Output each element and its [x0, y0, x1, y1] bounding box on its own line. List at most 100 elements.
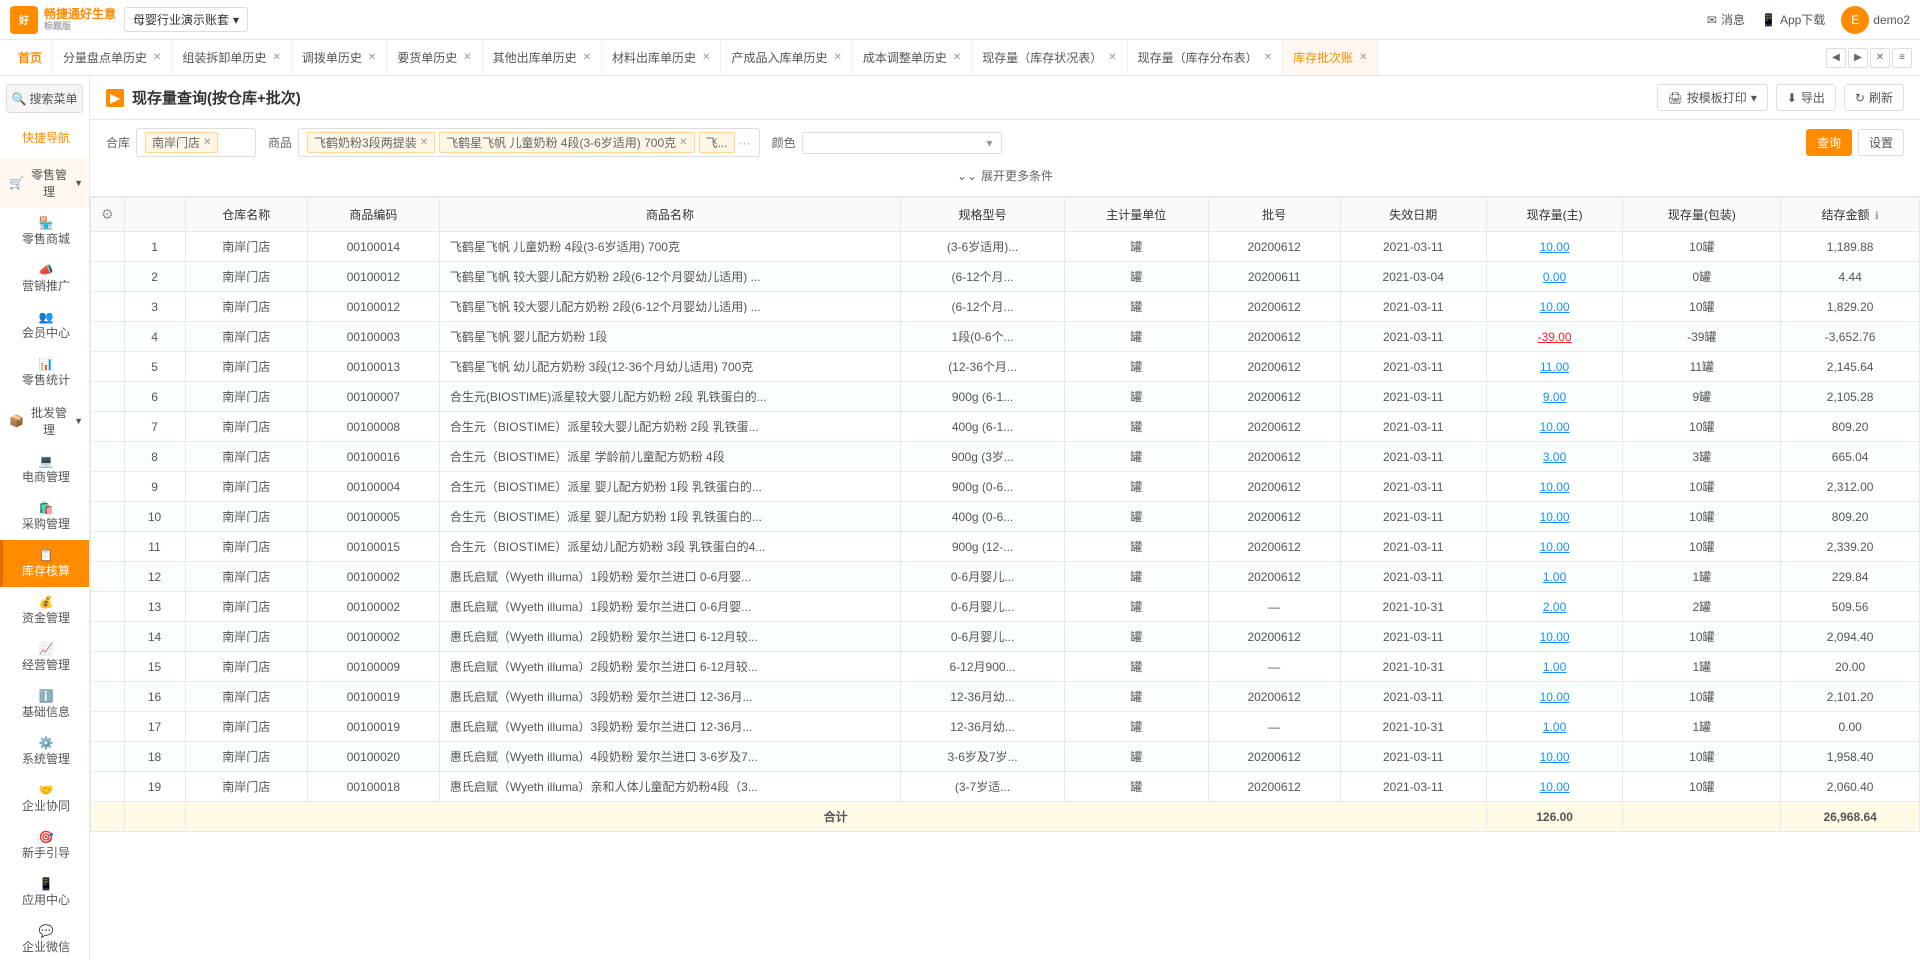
row-qty-main[interactable]: 2.00	[1486, 592, 1623, 622]
col-qty-main-header: 现存量(主)	[1486, 198, 1623, 232]
sidebar-item-retail-store[interactable]: 🏪 零售商城	[0, 208, 89, 255]
product-tag-container[interactable]: 飞鹤奶粉3段两提装 ✕ 飞鹤星飞帆 儿童奶粉 4段(3-6岁适用) 700克 ✕…	[298, 128, 760, 157]
row-qty-main[interactable]: 10.00	[1486, 532, 1623, 562]
tab-9[interactable]: 现存量（库存状况表） ✕	[972, 40, 1127, 76]
settings-btn[interactable]: 设置	[1858, 129, 1904, 156]
tab-10[interactable]: 现存量（库存分布表） ✕	[1128, 40, 1283, 76]
sidebar-item-basic-info[interactable]: ℹ️ 基础信息	[0, 681, 89, 728]
row-qty-main[interactable]: -39.00	[1486, 322, 1623, 352]
row-qty-main[interactable]: 10.00	[1486, 502, 1623, 532]
balance-info-icon[interactable]: ℹ	[1875, 211, 1879, 222]
close-tab-2[interactable]: ✕	[272, 52, 280, 63]
user-profile[interactable]: E demo2	[1841, 6, 1910, 34]
close-tab-8[interactable]: ✕	[953, 52, 961, 63]
row-qty-main[interactable]: 10.00	[1486, 292, 1623, 322]
total-settings	[91, 802, 125, 832]
tab-8[interactable]: 成本调整单历史 ✕	[853, 40, 972, 76]
tab-6[interactable]: 材料出库单历史 ✕	[602, 40, 721, 76]
search-menu-btn[interactable]: 🔍 搜索菜单	[6, 84, 83, 113]
close-tab-6[interactable]: ✕	[702, 52, 710, 63]
row-qty-main[interactable]: 10.00	[1486, 682, 1623, 712]
tab-4[interactable]: 要货单历史 ✕	[387, 40, 482, 76]
row-index: 19	[124, 772, 185, 802]
col-settings-icon[interactable]: ⚙	[101, 206, 114, 222]
tab-3[interactable]: 调拨单历史 ✕	[292, 40, 387, 76]
sidebar-item-purchase[interactable]: 🛍️ 采购管理	[0, 493, 89, 540]
row-qty-main[interactable]: 1.00	[1486, 562, 1623, 592]
sidebar-item-system[interactable]: ⚙️ 系统管理	[0, 728, 89, 775]
nav-prev-arrow[interactable]: ◀	[1826, 48, 1846, 68]
row-name: 惠氏启赋（Wyeth illuma）1段奶粉 爱尔兰进口 0-6月婴...	[439, 562, 900, 592]
row-qty-main[interactable]: 1.00	[1486, 652, 1623, 682]
nav-menu[interactable]: ≡	[1892, 48, 1912, 68]
sidebar-item-enterprise-collab[interactable]: 🤝 企业协同	[0, 775, 89, 822]
close-tab-5[interactable]: ✕	[583, 52, 591, 63]
sidebar-item-wholesale[interactable]: 📦 批发管理 ▼	[0, 396, 89, 446]
sidebar-item-marketing[interactable]: 📣 营销推广	[0, 255, 89, 302]
row-qty-main[interactable]: 3.00	[1486, 442, 1623, 472]
close-tab-1[interactable]: ✕	[153, 52, 161, 63]
row-qty-main[interactable]: 10.00	[1486, 232, 1623, 262]
row-qty-main[interactable]: 1.00	[1486, 712, 1623, 742]
sidebar-item-retail-stats[interactable]: 📊 零售统计	[0, 349, 89, 396]
close-tab-10[interactable]: ✕	[1264, 52, 1272, 63]
app-download-btn[interactable]: 📱 App下载	[1761, 11, 1825, 28]
export-btn[interactable]: ⬇ 导出	[1776, 84, 1836, 111]
sidebar-item-app-center[interactable]: 📱 应用中心	[0, 869, 89, 916]
sidebar-item-enterprise-wechat[interactable]: 💬 企业微信	[0, 916, 89, 960]
product-more-dots[interactable]: ···	[739, 136, 751, 150]
expand-more-btn[interactable]: ⌄⌄ 展开更多条件	[106, 163, 1904, 188]
table-row: 14 南岸门店 00100002 惠氏启赋（Wyeth illuma）2段奶粉 …	[91, 622, 1920, 652]
row-code: 00100008	[307, 412, 439, 442]
tab-11[interactable]: 库存批次账 ✕	[1283, 40, 1378, 76]
remove-product-tag-2[interactable]: ✕	[679, 137, 687, 148]
row-warehouse: 南岸门店	[185, 322, 307, 352]
query-btn[interactable]: 查询	[1806, 129, 1852, 156]
row-unit: 罐	[1064, 352, 1208, 382]
nav-close-all[interactable]: ✕	[1870, 48, 1890, 68]
row-name: 惠氏启赋（Wyeth illuma）2段奶粉 爱尔兰进口 6-12月较...	[439, 652, 900, 682]
row-qty-main[interactable]: 9.00	[1486, 382, 1623, 412]
tab-home[interactable]: 首页	[8, 40, 53, 76]
sidebar-item-ecommerce[interactable]: 💻 电商管理	[0, 446, 89, 493]
remove-product-tag-1[interactable]: ✕	[420, 137, 428, 148]
tab-1[interactable]: 分量盘点单历史 ✕	[53, 40, 172, 76]
row-qty-main[interactable]: 10.00	[1486, 622, 1623, 652]
close-tab-7[interactable]: ✕	[833, 52, 841, 63]
col-batch-header: 批号	[1208, 198, 1340, 232]
refresh-btn[interactable]: ↻ 刷新	[1844, 84, 1904, 111]
expand-filter-btn[interactable]: ▶	[106, 89, 124, 107]
sidebar-item-finance[interactable]: 💰 资金管理	[0, 587, 89, 634]
row-qty-main[interactable]: 11.00	[1486, 352, 1623, 382]
close-tab-4[interactable]: ✕	[463, 52, 471, 63]
row-qty-main[interactable]: 10.00	[1486, 772, 1623, 802]
table-row: 8 南岸门店 00100016 合生元（BIOSTIME）派星 学龄前儿童配方奶…	[91, 442, 1920, 472]
remove-warehouse-tag[interactable]: ✕	[203, 137, 211, 148]
message-btn[interactable]: ✉ 消息	[1707, 11, 1745, 28]
tab-7[interactable]: 产成品入库单历史 ✕	[721, 40, 852, 76]
close-tab-11[interactable]: ✕	[1359, 52, 1367, 63]
row-index: 1	[124, 232, 185, 262]
sidebar-item-members[interactable]: 👥 会员中心	[0, 302, 89, 349]
nav-next-arrow[interactable]: ▶	[1848, 48, 1868, 68]
sidebar-item-operations[interactable]: 📈 经营管理	[0, 634, 89, 681]
sidebar-item-inventory[interactable]: 📋 库存核算	[0, 540, 89, 587]
row-qty-main[interactable]: 10.00	[1486, 742, 1623, 772]
row-settings	[91, 712, 125, 742]
row-qty-main[interactable]: 0.00	[1486, 262, 1623, 292]
print-template-btn[interactable]: 🖨 按模板打印 ▾	[1657, 84, 1768, 111]
row-qty-main[interactable]: 10.00	[1486, 472, 1623, 502]
company-selector[interactable]: 母婴行业演示账套 ▾	[124, 7, 248, 32]
chevron-icon: ▼	[74, 178, 83, 188]
guide-icon: 🎯	[39, 830, 54, 844]
sidebar-item-retail-mgmt[interactable]: 🛒 零售管理 ▼	[0, 158, 89, 208]
row-qty-main[interactable]: 10.00	[1486, 412, 1623, 442]
sidebar-item-guide[interactable]: 🎯 新手引导	[0, 822, 89, 869]
sidebar-item-quick-nav[interactable]: 快捷导航	[0, 121, 89, 154]
close-tab-3[interactable]: ✕	[368, 52, 376, 63]
color-tag-container[interactable]: ▾	[802, 132, 1002, 154]
tab-2[interactable]: 组装拆卸单历史 ✕	[172, 40, 291, 76]
close-tab-9[interactable]: ✕	[1108, 52, 1116, 63]
warehouse-tag-container[interactable]: 南岸门店 ✕	[136, 128, 256, 157]
tab-5[interactable]: 其他出库单历史 ✕	[483, 40, 602, 76]
